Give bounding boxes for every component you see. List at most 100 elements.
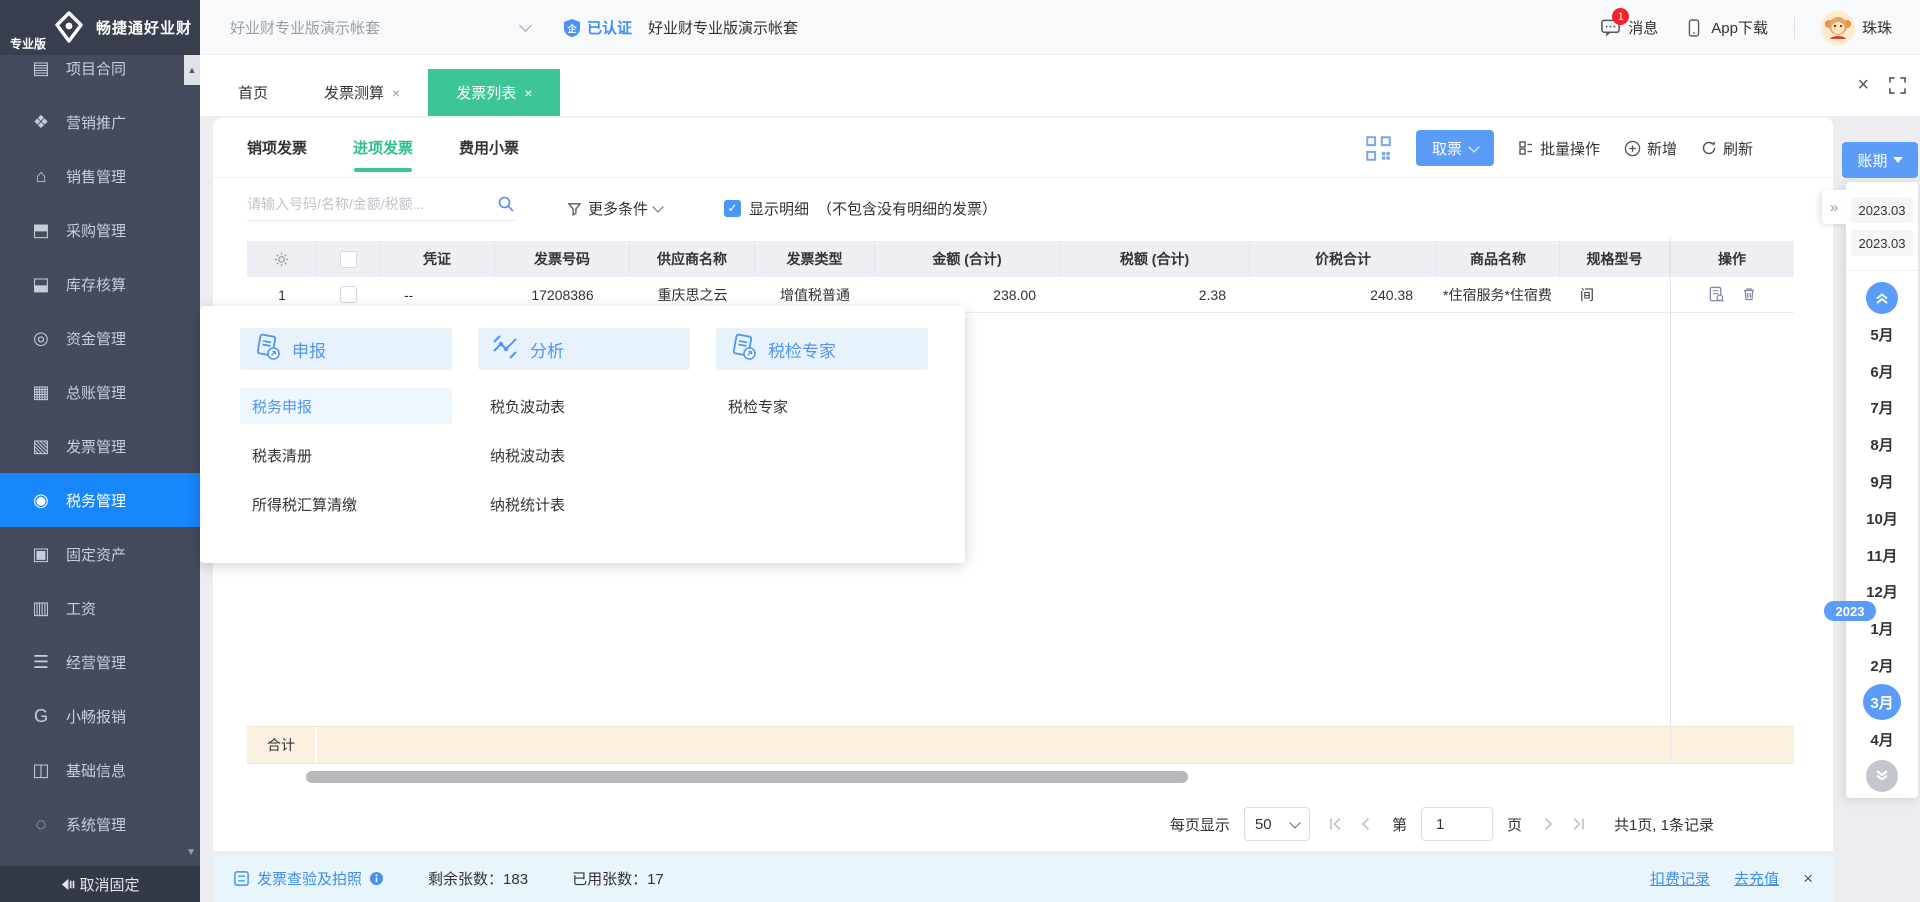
subtab-output[interactable]: 销项发票 [247, 118, 307, 178]
sidebar-item-operation[interactable]: ☰ 经营管理 [0, 635, 200, 689]
messages-button[interactable]: 消息 1 [1600, 8, 1658, 38]
sidebar-item-label: 营销推广 [66, 114, 127, 132]
row-checkbox[interactable] [340, 286, 357, 303]
info-icon[interactable] [369, 871, 384, 886]
user-menu[interactable]: 珠珠 [1820, 10, 1892, 45]
search-input[interactable] [247, 196, 472, 212]
subtab-input[interactable]: 进项发票 [353, 118, 413, 178]
account-set-selector[interactable]: 好业财专业版演示帐套 [230, 0, 532, 55]
period-display-2[interactable]: 2023.03 [1851, 230, 1913, 256]
sidebar-item-payroll[interactable]: ▥ 工资 [0, 581, 200, 635]
logo-block: 畅捷通好业财 专业版 [0, 0, 200, 55]
table-header-5[interactable]: 税额 (合计) [1060, 241, 1250, 277]
sidebar-item-ledger[interactable]: ▦ 总账管理 [0, 365, 200, 419]
flyout-item[interactable]: 税检专家 [716, 388, 928, 424]
flyout-item[interactable]: 纳税波动表 [478, 437, 690, 473]
month-item[interactable]: 2月 [1846, 647, 1918, 684]
sidebar-item-inventory[interactable]: ⬓ 库存核算 [0, 257, 200, 311]
recharge-link[interactable]: 去充值 [1734, 868, 1779, 889]
sidebar-item-xiaochang-expense[interactable]: G 小畅报销 [0, 689, 200, 743]
table-header-7[interactable]: 商品名称 [1437, 241, 1560, 277]
sidebar-unpin-button[interactable]: 取消固定 [0, 866, 200, 902]
table-header-1[interactable]: 发票号码 [495, 241, 630, 277]
month-item[interactable]: 11月 [1846, 537, 1918, 574]
flyout-item[interactable]: 税负波动表 [478, 388, 690, 424]
invoice-table: 凭证 发票号码 供应商名称 发票类型 金额 (合计) 税额 (合计) 价税合计 商品名称 规格型… [247, 241, 1794, 313]
period-display-1[interactable]: 2023.03 [1851, 197, 1913, 223]
period-button[interactable]: 账期 [1842, 142, 1918, 178]
tab-home[interactable]: 首页 [210, 69, 296, 116]
tab-close-icon[interactable]: × [524, 85, 532, 101]
select-all-checkbox[interactable] [339, 250, 357, 268]
table-header-9[interactable]: 操作 [1670, 241, 1794, 277]
add-button[interactable]: 新增 [1624, 138, 1677, 159]
table-header-4[interactable]: 金额 (合计) [875, 241, 1060, 277]
tab-invoice-calc[interactable]: 发票测算 × [296, 69, 428, 116]
month-item[interactable]: 10月 [1846, 500, 1918, 537]
year-badge: 2023 [1824, 601, 1876, 621]
batch-operation-button[interactable]: 批量操作 [1518, 138, 1600, 159]
month-item[interactable]: 3月 [1846, 684, 1918, 721]
sidebar-item-sales[interactable]: ⌂ 销售管理 [0, 149, 200, 203]
month-item[interactable]: 6月 [1846, 353, 1918, 390]
sidebar-item-marketing[interactable]: ❖ 营销推广 [0, 95, 200, 149]
table-header-2[interactable]: 供应商名称 [630, 241, 755, 277]
search-icon[interactable] [497, 195, 515, 213]
fullscreen-icon[interactable] [1889, 77, 1906, 94]
flyout-section-title[interactable]: 税检专家 [716, 328, 928, 370]
table-header-0[interactable]: 凭证 [380, 241, 495, 277]
column-settings-gear-icon[interactable] [247, 241, 317, 277]
app-download-button[interactable]: App下载 [1684, 17, 1768, 38]
qr-scan-icon[interactable] [1365, 135, 1392, 162]
show-detail-checkbox[interactable]: ✓ [724, 199, 742, 217]
close-footer-icon[interactable]: × [1803, 869, 1813, 889]
deduction-records-link[interactable]: 扣费记录 [1650, 868, 1710, 889]
invoice-verify-link[interactable]: 发票查验及拍照 [233, 868, 384, 889]
sidebar-item-system[interactable]: ◌ 系统管理 [0, 797, 200, 851]
flyout-item[interactable]: 纳税统计表 [478, 486, 690, 522]
months-scroll-up-button[interactable] [1866, 282, 1898, 314]
fetch-invoice-button[interactable]: 取票 [1415, 130, 1494, 166]
prev-page-icon[interactable] [1358, 816, 1374, 832]
sidebar-item-funds[interactable]: ◎ 资金管理 [0, 311, 200, 365]
sidebar-item-fixed-assets[interactable]: ▣ 固定资产 [0, 527, 200, 581]
sidebar-scroll-down[interactable]: ▼ [186, 847, 196, 858]
month-item[interactable]: 9月 [1846, 463, 1918, 500]
sidebar-item-invoice[interactable]: ▧ 发票管理 [0, 419, 200, 473]
month-item[interactable]: 4月 [1846, 721, 1918, 758]
month-item[interactable]: 5月 [1846, 316, 1918, 353]
collapse-rail-icon[interactable]: » [1822, 190, 1846, 224]
flyout-item[interactable]: 所得税汇算清缴 [240, 486, 452, 522]
subtab-expense[interactable]: 费用小票 [459, 118, 519, 178]
sidebar-scroll-up[interactable]: ▲ [184, 55, 200, 85]
table-header-6[interactable]: 价税合计 [1250, 241, 1437, 277]
month-label: 6月 [1870, 363, 1894, 381]
refresh-button[interactable]: 刷新 [1701, 138, 1753, 159]
months-scroll-down-button[interactable] [1866, 759, 1898, 792]
sidebar-item-basic-info[interactable]: ◫ 基础信息 [0, 743, 200, 797]
close-tabs-icon[interactable]: × [1857, 74, 1869, 97]
tab-invoice-list[interactable]: 发票列表 × [428, 69, 561, 116]
month-item[interactable]: 8月 [1846, 426, 1918, 463]
page-number-input[interactable]: 1 [1420, 807, 1493, 841]
month-item[interactable]: 7月 [1846, 390, 1918, 427]
more-conditions-button[interactable]: 更多条件 [567, 198, 664, 219]
table-header-3[interactable]: 发票类型 [755, 241, 875, 277]
sidebar-item-tax[interactable]: ◉ 税务管理 [0, 473, 200, 527]
flyout-section-title[interactable]: 分析 [478, 328, 690, 370]
first-page-icon[interactable] [1328, 816, 1344, 832]
horizontal-scrollbar-thumb[interactable] [306, 771, 1188, 783]
per-page-select[interactable]: 50 [1243, 807, 1310, 841]
sidebar-item-label: 小畅报销 [66, 708, 127, 726]
next-page-icon[interactable] [1540, 816, 1556, 832]
sidebar-item-project-contract[interactable]: ▤ 项目合同 [0, 55, 200, 95]
voucher-view-icon[interactable] [1708, 286, 1725, 303]
table-header-8[interactable]: 规格型号 [1560, 241, 1670, 277]
flyout-item[interactable]: 税表清册 [240, 437, 452, 473]
tab-close-icon[interactable]: × [392, 85, 400, 101]
flyout-item[interactable]: 税务申报 [240, 388, 452, 424]
flyout-section-title[interactable]: 申报 [240, 328, 452, 370]
sidebar-item-purchase[interactable]: ⬒ 采购管理 [0, 203, 200, 257]
delete-icon[interactable] [1741, 286, 1757, 302]
last-page-icon[interactable] [1570, 816, 1586, 832]
